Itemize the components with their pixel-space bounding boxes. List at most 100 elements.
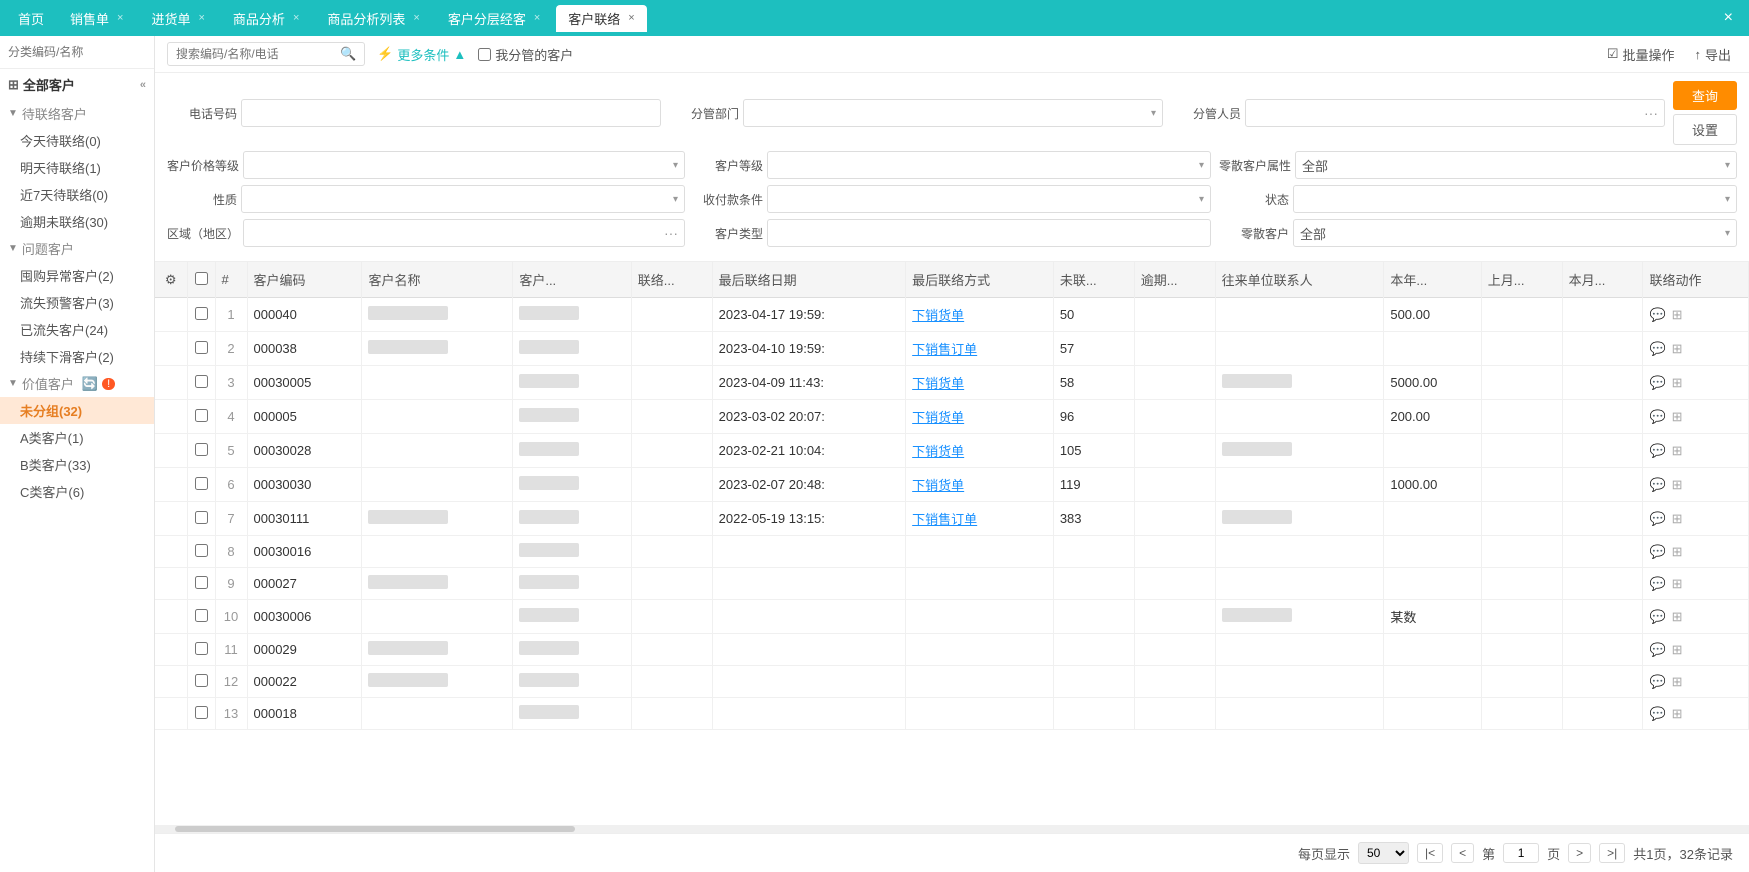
row-checkbox-cell[interactable] [187, 698, 215, 730]
nav-tab-customer-tier[interactable]: 客户分层经客 × [436, 5, 552, 32]
sidebar-item-churned[interactable]: 已流失客户(24) [0, 316, 154, 343]
th-code[interactable]: 客户编码 [247, 262, 362, 298]
row-checkbox-cell[interactable] [187, 366, 215, 400]
filter-input-region[interactable]: ··· [243, 219, 685, 247]
row-checkbox-cell[interactable] [187, 634, 215, 666]
row-checkbox[interactable] [195, 307, 208, 320]
row-checkbox-cell[interactable] [187, 434, 215, 468]
grid-action-icon[interactable]: ⊞ [1672, 609, 1683, 625]
sidebar-search-input[interactable] [8, 45, 155, 59]
search-submit-icon[interactable]: 🔍 [340, 46, 356, 62]
sidebar-item-class-c[interactable]: C类客户(6) [0, 478, 154, 505]
sidebar-group-value[interactable]: ▼ 价值客户 🔄 ! [0, 370, 154, 397]
row-last-method[interactable]: 下销货单 [906, 400, 1054, 434]
sidebar-item-today[interactable]: 今天待联络(0) [0, 127, 154, 154]
row-checkbox[interactable] [195, 375, 208, 388]
row-checkbox[interactable] [195, 674, 208, 687]
close-all-tabs-icon[interactable]: × [1716, 5, 1741, 31]
sidebar-item-overdue[interactable]: 逾期未联络(30) [0, 208, 154, 235]
grid-action-icon[interactable]: ⊞ [1672, 544, 1683, 560]
chat-icon[interactable]: 💬 [1649, 576, 1665, 592]
sidebar-item-hoarding[interactable]: 囤购异常客户(2) [0, 262, 154, 289]
chat-icon[interactable]: 💬 [1649, 706, 1665, 722]
filter-input-phone[interactable] [241, 99, 661, 127]
my-customers-checkbox[interactable] [478, 48, 491, 61]
filter-input-dept[interactable]: ▾ [743, 99, 1163, 127]
per-page-select[interactable]: 50 100 200 [1358, 842, 1409, 864]
row-checkbox-cell[interactable] [187, 666, 215, 698]
row-last-method[interactable]: 下销货单 [906, 298, 1054, 332]
filter-input-customer-level[interactable]: ▾ [767, 151, 1211, 179]
th-last-date[interactable]: 最后联络日期 [712, 262, 906, 298]
filter-input-manager[interactable]: ··· [1245, 99, 1665, 127]
horizontal-scrollbar[interactable] [155, 825, 1749, 833]
row-checkbox-cell[interactable] [187, 568, 215, 600]
grid-action-icon[interactable]: ⊞ [1672, 642, 1683, 658]
grid-action-icon[interactable]: ⊞ [1672, 576, 1683, 592]
last-method-link[interactable]: 下销货单 [912, 376, 964, 391]
th-no-contact[interactable]: 未联... [1053, 262, 1134, 298]
grid-action-icon[interactable]: ⊞ [1672, 341, 1683, 357]
grid-action-icon[interactable]: ⊞ [1672, 375, 1683, 391]
th-name[interactable]: 客户名称 [362, 262, 513, 298]
sidebar-group-pending[interactable]: ▼ 待联络客户 [0, 100, 154, 127]
more-conditions-btn[interactable]: ⚡ 更多条件 ▲ [377, 45, 466, 64]
chat-icon[interactable]: 💬 [1649, 609, 1665, 625]
nav-tab-purchase[interactable]: 进货单 × [139, 5, 216, 32]
chat-icon[interactable]: 💬 [1649, 674, 1665, 690]
filter-input-nature[interactable]: ▾ [241, 185, 685, 213]
row-checkbox[interactable] [195, 609, 208, 622]
last-method-link[interactable]: 下销售订单 [912, 342, 977, 357]
reset-button[interactable]: 设置 [1673, 114, 1737, 145]
search-input[interactable] [176, 47, 336, 61]
row-last-method[interactable]: 下销售订单 [906, 332, 1054, 366]
row-checkbox[interactable] [195, 706, 208, 719]
th-overdue[interactable]: 逾期... [1134, 262, 1215, 298]
close-tab-analysis-icon[interactable]: × [293, 12, 299, 24]
close-tab-analysis-list-icon[interactable]: × [413, 12, 419, 24]
th-last-month[interactable]: 上月... [1481, 262, 1562, 298]
row-checkbox-cell[interactable] [187, 298, 215, 332]
sidebar-item-declining[interactable]: 持续下滑客户(2) [0, 343, 154, 370]
nav-tab-sales[interactable]: 销售单 × [58, 5, 135, 32]
chat-icon[interactable]: 💬 [1649, 642, 1665, 658]
sidebar-collapse-icon[interactable]: « [140, 79, 146, 91]
sidebar-item-churn-warning[interactable]: 流失预警客户(3) [0, 289, 154, 316]
row-checkbox-cell[interactable] [187, 468, 215, 502]
grid-action-icon[interactable]: ⊞ [1672, 706, 1683, 722]
sidebar-item-class-a[interactable]: A类客户(1) [0, 424, 154, 451]
grid-action-icon[interactable]: ⊞ [1672, 511, 1683, 527]
row-last-method[interactable]: 下销货单 [906, 468, 1054, 502]
nav-tab-analysis[interactable]: 商品分析 × [221, 5, 311, 32]
row-last-method[interactable]: 下销售订单 [906, 502, 1054, 536]
row-checkbox[interactable] [195, 409, 208, 422]
row-checkbox[interactable] [195, 341, 208, 354]
close-tab-customer-tier-icon[interactable]: × [534, 12, 540, 24]
export-btn[interactable]: ↑ 导出 [1688, 43, 1737, 66]
sidebar-all-customers[interactable]: ⊞ 全部客户 « [0, 69, 154, 100]
grid-action-icon[interactable]: ⊞ [1672, 443, 1683, 459]
th-partner-contact[interactable]: 往来单位联系人 [1215, 262, 1384, 298]
row-checkbox-cell[interactable] [187, 536, 215, 568]
grid-action-icon[interactable]: ⊞ [1672, 674, 1683, 690]
prev-page-btn[interactable]: < [1451, 843, 1474, 863]
chat-icon[interactable]: 💬 [1649, 341, 1665, 357]
filter-input-payment[interactable]: ▾ [767, 185, 1211, 213]
row-checkbox-cell[interactable] [187, 400, 215, 434]
last-page-btn[interactable]: >| [1599, 843, 1625, 863]
close-tab-customer-contact-icon[interactable]: × [628, 12, 634, 24]
last-method-link[interactable]: 下销货单 [912, 410, 964, 425]
chat-icon[interactable]: 💬 [1649, 511, 1665, 527]
th-last-method[interactable]: 最后联络方式 [906, 262, 1054, 298]
close-tab-purchase-icon[interactable]: × [198, 12, 204, 24]
th-this-month[interactable]: 本月... [1562, 262, 1643, 298]
row-checkbox[interactable] [195, 477, 208, 490]
th-customer-type[interactable]: 客户... [513, 262, 631, 298]
row-checkbox-cell[interactable] [187, 502, 215, 536]
sidebar-group-problem[interactable]: ▼ 问题客户 [0, 235, 154, 262]
last-method-link[interactable]: 下销售订单 [912, 512, 977, 527]
row-last-method[interactable]: 下销货单 [906, 434, 1054, 468]
filter-input-price-level[interactable]: ▾ [243, 151, 685, 179]
row-checkbox-cell[interactable] [187, 600, 215, 634]
filter-input-customer-type[interactable] [767, 219, 1211, 247]
